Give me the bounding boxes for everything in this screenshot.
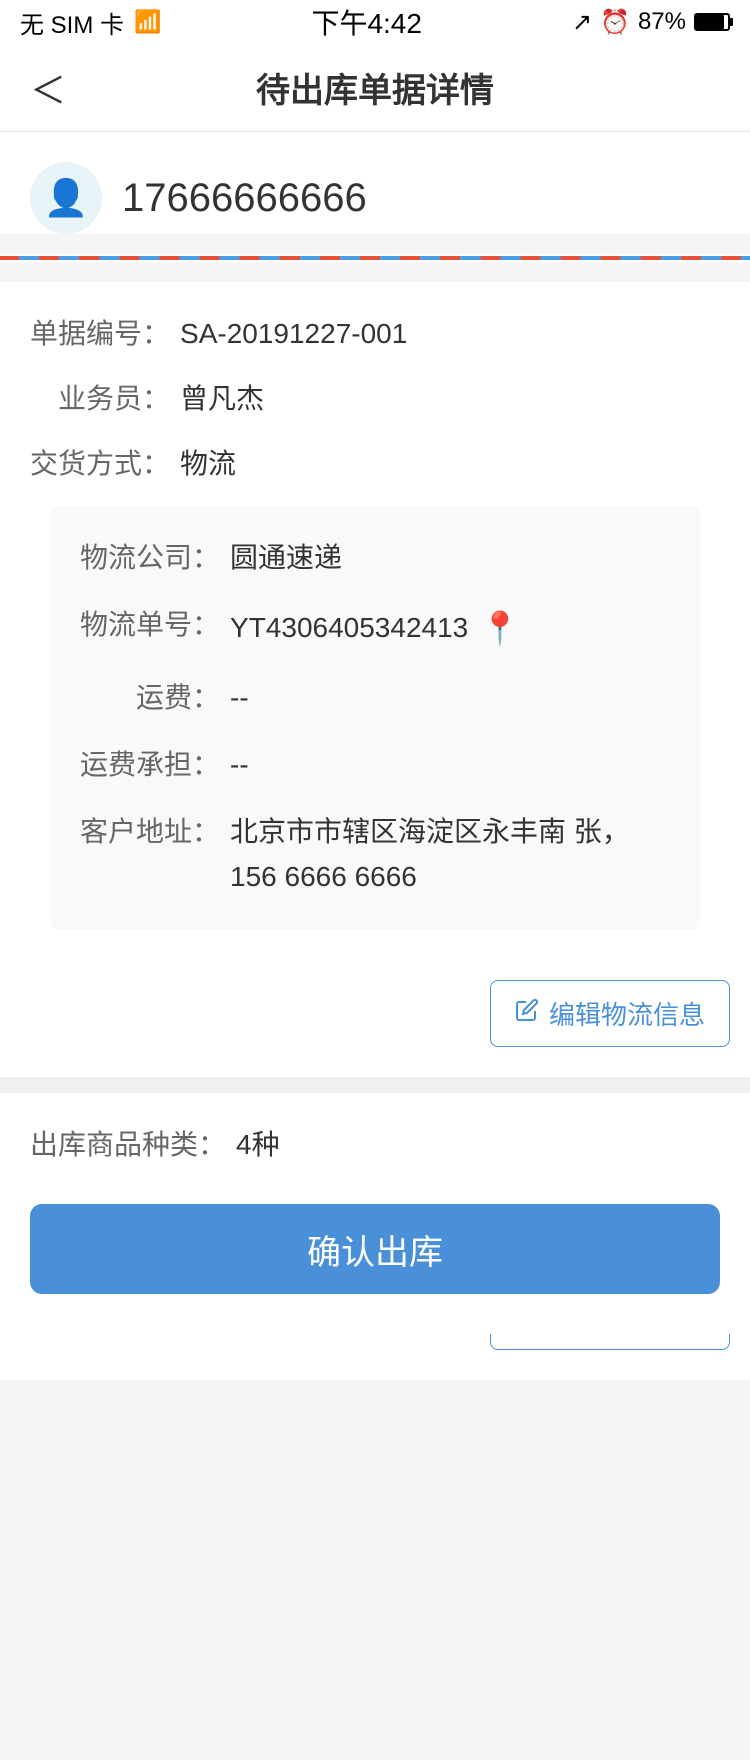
freight-value: --: [230, 676, 670, 721]
status-time: 下午4:42: [311, 2, 422, 42]
order-number-value: SA-20191227-001: [180, 312, 720, 357]
wifi-icon: 📶: [134, 9, 161, 35]
phone-number: 17666666666: [122, 176, 367, 221]
status-left: 无 SIM 卡 📶: [20, 5, 161, 40]
confirm-btn-label: 确认出库: [307, 1225, 443, 1274]
goods-type-label: 出库商品种类：: [30, 1123, 226, 1163]
freight-bearer-label: 运费承担：: [80, 743, 220, 788]
delivery-method-label: 交货方式：: [30, 442, 170, 487]
map-pin-icon[interactable]: 📍: [480, 603, 520, 654]
agent-row: 业务员： 曾凡杰: [30, 377, 720, 422]
header-section: 👤 17666666666: [0, 132, 750, 234]
goods-type-row: 出库商品种类： 4种: [30, 1123, 720, 1163]
section-divider: [0, 1077, 750, 1093]
delivery-method-value: 物流: [180, 442, 720, 487]
tracking-number: YT43064053424​13: [230, 606, 468, 651]
bottom-spacer: [0, 1380, 750, 1580]
logistics-company-label: 物流公司：: [80, 536, 220, 581]
carrier-text: 无 SIM 卡: [20, 5, 124, 40]
agent-label: 业务员：: [30, 377, 170, 422]
page-title: 待出库单据详情: [256, 63, 494, 112]
edit-logistics-button[interactable]: 编辑物流信息: [490, 980, 730, 1047]
freight-bearer-row: 运费承担： --: [80, 743, 670, 788]
logistics-tracking-value: YT43064053424​13 📍: [230, 603, 670, 654]
edit-btn-row: 编辑物流信息: [0, 960, 750, 1077]
dashed-divider: [0, 254, 750, 262]
battery-icon: [694, 13, 730, 31]
avatar: 👤: [30, 162, 102, 234]
edit-icon: [515, 998, 539, 1029]
status-right: ↗ ⏰ 87%: [572, 8, 730, 37]
agent-value: 曾凡杰: [180, 377, 720, 422]
edit-logistics-label: 编辑物流信息: [549, 995, 705, 1032]
status-bar: 无 SIM 卡 📶 下午4:42 ↗ ⏰ 87%: [0, 0, 750, 44]
order-number-label: 单据编号：: [30, 312, 170, 357]
nav-bar: ＜ 待出库单据详情: [0, 44, 750, 132]
confirm-outbound-button[interactable]: 确认出库: [30, 1204, 720, 1294]
delivery-method-row: 交货方式： 物流: [30, 442, 720, 487]
order-number-row: 单据编号： SA-20191227-001: [30, 312, 720, 357]
battery-text: 87%: [638, 8, 686, 36]
address-value: 北京市市辖区海淀区永丰南 张，156 6666 6666: [230, 810, 670, 900]
freight-row: 运费： --: [80, 676, 670, 721]
address-row: 客户地址： 北京市市辖区海淀区永丰南 张，156 6666 6666: [80, 810, 670, 900]
freight-bearer-value: --: [230, 743, 670, 788]
alarm-icon: ⏰: [600, 8, 630, 37]
location-status-icon: ↗: [572, 8, 592, 37]
back-button[interactable]: ＜: [30, 62, 66, 114]
avatar-icon: 👤: [44, 177, 89, 219]
confirm-btn-wrapper: 确认出库: [0, 1184, 750, 1334]
dashed-line: [0, 256, 750, 260]
logistics-company-value: 圆通速递: [230, 536, 670, 581]
address-label: 客户地址：: [80, 810, 220, 855]
order-info-section: 单据编号： SA-20191227-001 业务员： 曾凡杰 交货方式： 物流 …: [0, 282, 750, 960]
goods-type-value: 4种: [236, 1123, 280, 1163]
freight-label: 运费：: [80, 676, 220, 721]
logistics-company-row: 物流公司： 圆通速递: [80, 536, 670, 581]
logistics-card: 物流公司： 圆通速递 物流单号： YT43064053424​13 📍 运费： …: [50, 506, 700, 929]
logistics-tracking-row: 物流单号： YT43064053424​13 📍: [80, 603, 670, 654]
logistics-tracking-label: 物流单号：: [80, 603, 220, 648]
